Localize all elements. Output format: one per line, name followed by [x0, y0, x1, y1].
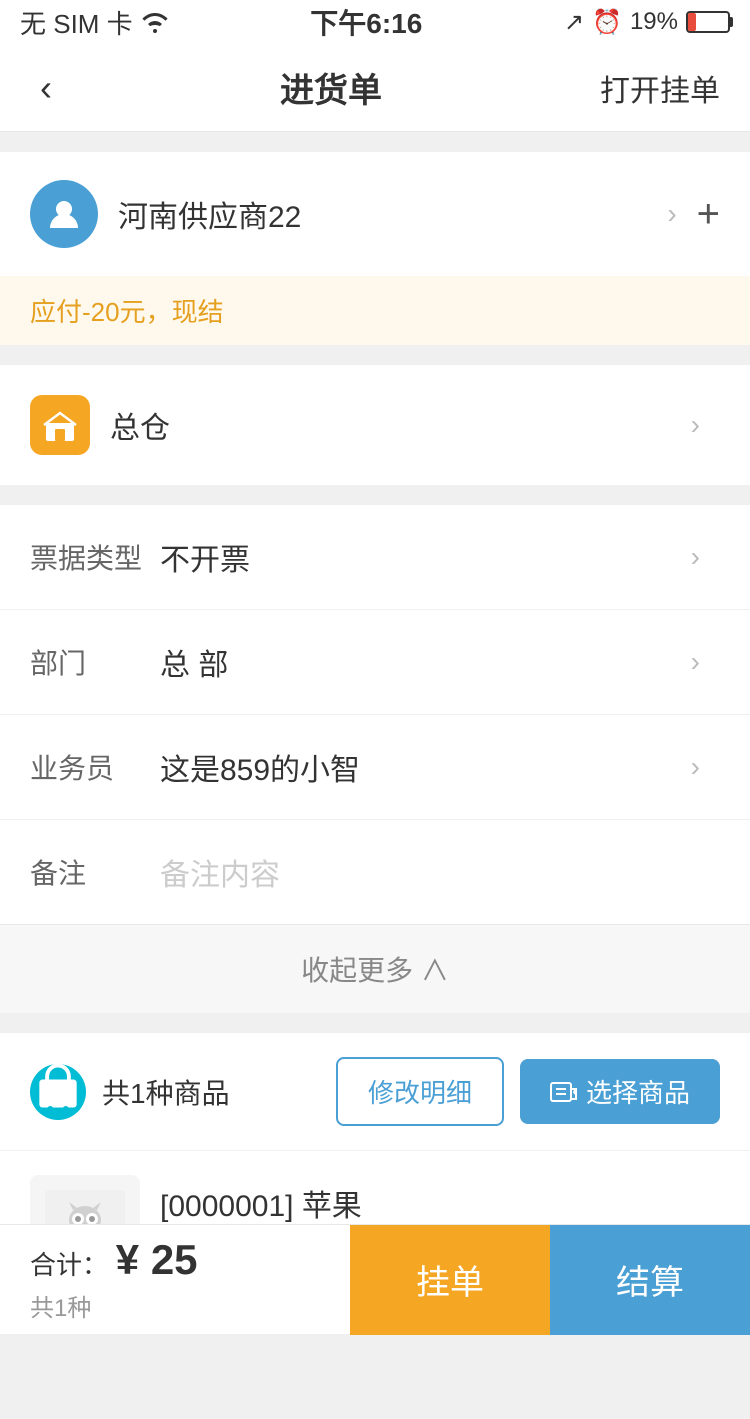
status-time: 下午6:16 — [310, 2, 422, 42]
open-pending-button[interactable]: 打开挂单 — [600, 66, 720, 110]
supplier-name: 河南供应商22 — [118, 192, 667, 236]
total-line: 合计： ¥ 25 — [30, 1236, 320, 1284]
product-code: [0000001] — [160, 1190, 293, 1223]
collapse-button[interactable]: 收起更多 ∧ — [0, 924, 750, 1013]
carrier-text: 无 SIM 卡 — [20, 4, 133, 41]
remark-placeholder: 备注内容 — [160, 850, 720, 894]
nav-bar: ‹ 进货单 打开挂单 — [0, 44, 750, 132]
status-right: ↗ ⏰ 19% — [564, 8, 730, 37]
salesperson-label: 业务员 — [30, 747, 160, 787]
salesperson-value: 这是859的小智 — [160, 745, 691, 789]
total-sub: 共1种 — [30, 1288, 320, 1323]
hang-order-button[interactable]: 挂单 — [350, 1225, 550, 1335]
invoice-chevron-icon: › — [691, 541, 700, 573]
department-row[interactable]: 部门 总 部 › — [0, 609, 750, 714]
total-amount: ¥ 25 — [116, 1236, 198, 1283]
select-product-icon — [550, 1080, 578, 1104]
select-product-label: 选择商品 — [586, 1073, 690, 1110]
section-gap-2 — [0, 345, 750, 365]
products-count: 共1种商品 — [102, 1072, 336, 1112]
products-icon-bg — [30, 1064, 86, 1120]
invoice-type-value: 不开票 — [160, 535, 691, 579]
product-name: [0000001] 苹果 — [160, 1181, 686, 1225]
warehouse-icon — [42, 407, 78, 443]
department-label: 部门 — [30, 642, 160, 682]
invoice-type-label: 票据类型 — [30, 537, 160, 577]
checkout-button[interactable]: 结算 — [550, 1225, 750, 1335]
section-gap-1 — [0, 132, 750, 152]
location-icon: ↗ — [564, 8, 584, 37]
cart-icon — [30, 1064, 86, 1120]
warehouse-chevron-icon: › — [691, 409, 700, 441]
products-header: 共1种商品 修改明细 选择商品 — [0, 1033, 750, 1151]
back-button[interactable]: ‹ — [30, 57, 62, 119]
supplier-notice: 应付-20元，现结 — [0, 276, 750, 345]
salesperson-row[interactable]: 业务员 这是859的小智 › — [0, 714, 750, 819]
warehouse-icon-bg — [30, 395, 90, 455]
salesperson-chevron-icon: › — [691, 751, 700, 783]
supplier-chevron-icon: › — [667, 198, 676, 230]
section-gap-3 — [0, 485, 750, 505]
edit-details-button[interactable]: 修改明细 — [336, 1057, 504, 1126]
avatar-icon — [44, 194, 84, 234]
warehouse-section: 总仓 › — [0, 365, 750, 485]
total-section: 合计： ¥ 25 共1种 — [0, 1236, 350, 1323]
section-gap-4 — [0, 1013, 750, 1033]
department-value: 总 部 — [160, 640, 691, 684]
invoice-type-row[interactable]: 票据类型 不开票 › — [0, 505, 750, 609]
supplier-avatar — [30, 180, 98, 248]
page-title: 进货单 — [280, 63, 382, 112]
remark-label: 备注 — [30, 852, 160, 892]
supplier-section: 河南供应商22 › + 应付-20元，现结 — [0, 152, 750, 345]
status-carrier: 无 SIM 卡 — [20, 4, 169, 41]
total-label: 合计： — [30, 1250, 108, 1280]
alarm-icon: ⏰ — [592, 8, 622, 37]
form-section: 票据类型 不开票 › 部门 总 部 › 业务员 这是859的小智 › 备注 备注… — [0, 505, 750, 1013]
add-supplier-button[interactable]: + — [697, 192, 720, 237]
department-chevron-icon: › — [691, 646, 700, 678]
remark-row[interactable]: 备注 备注内容 — [0, 819, 750, 924]
select-product-button[interactable]: 选择商品 — [520, 1059, 720, 1124]
supplier-row[interactable]: 河南供应商22 › + — [0, 152, 750, 276]
wifi-icon — [141, 11, 169, 33]
warehouse-name: 总仓 — [110, 403, 691, 447]
bottom-bar: 合计： ¥ 25 共1种 挂单 结算 — [0, 1224, 750, 1334]
warehouse-row[interactable]: 总仓 › — [0, 365, 750, 485]
battery-icon — [686, 11, 730, 33]
product-title: 苹果 — [302, 1190, 362, 1223]
battery-percent: 19% — [630, 8, 678, 36]
status-bar: 无 SIM 卡 下午6:16 ↗ ⏰ 19% — [0, 0, 750, 44]
